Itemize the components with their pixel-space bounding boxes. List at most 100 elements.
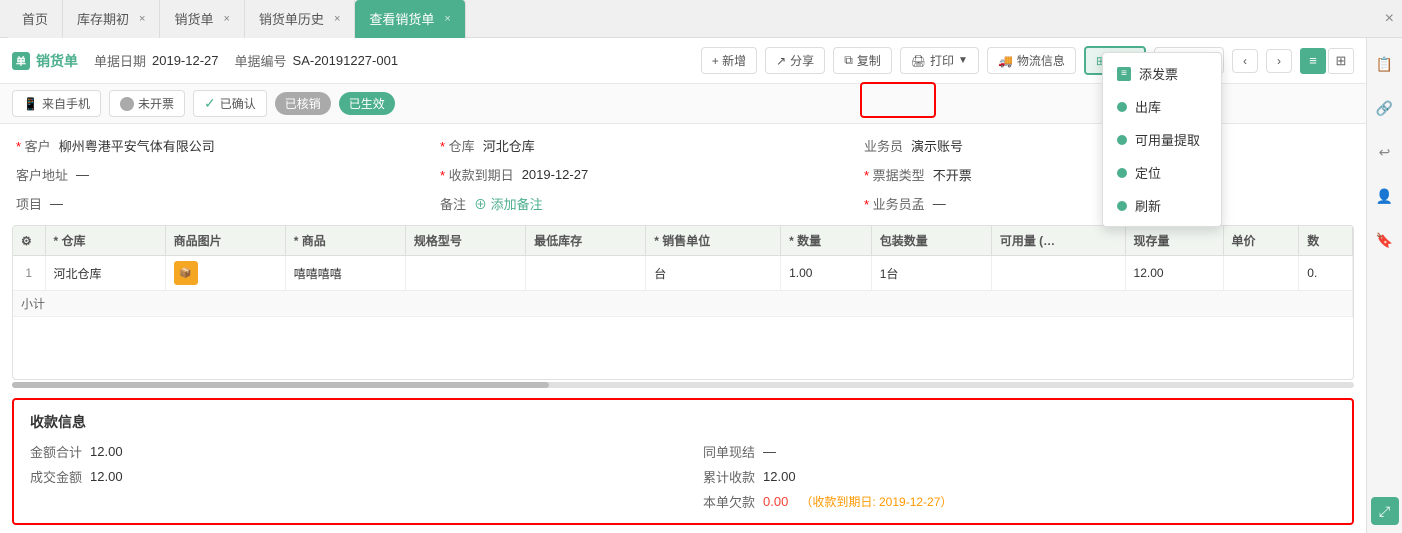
doc-title: 单 销货单 bbox=[12, 51, 78, 71]
dropdown-refresh[interactable]: 刷新 bbox=[1103, 189, 1221, 222]
copy-icon: ⧉ bbox=[844, 53, 853, 68]
order-settle-label: 同单现结 bbox=[703, 442, 755, 461]
warehouse-label: 仓库 bbox=[440, 136, 475, 155]
row-unit: 台 bbox=[646, 256, 781, 291]
row-qty: 1.00 bbox=[781, 256, 872, 291]
tab-history[interactable]: 销货单历史 × bbox=[245, 0, 355, 38]
col-other: 数 bbox=[1299, 226, 1353, 256]
doc-date-field: 单据日期 2019-12-27 bbox=[94, 51, 219, 70]
dropdown-locate[interactable]: 定位 bbox=[1103, 156, 1221, 189]
tab-home-label: 首页 bbox=[22, 9, 48, 28]
tab-home[interactable]: 首页 bbox=[8, 0, 63, 38]
row-price bbox=[1223, 256, 1299, 291]
note-field: 备注 ⊕ 添加备注 bbox=[440, 194, 840, 213]
copy-button[interactable]: ⧉ 复制 bbox=[833, 47, 892, 74]
next-button[interactable]: › bbox=[1266, 49, 1292, 73]
outbound-icon bbox=[1117, 102, 1127, 112]
ticket-label: 票据类型 bbox=[864, 165, 925, 184]
salesperson-label: 业务员孟 bbox=[864, 194, 925, 213]
tab-inventory[interactable]: 库存期初 × bbox=[63, 0, 160, 38]
add-note-button[interactable]: ⊕ 添加备注 bbox=[474, 194, 543, 213]
payment-section: 收款信息 金额合计 12.00 同单现结 — 成交金额 12.00 累计收款 1… bbox=[12, 398, 1354, 525]
tab-inventory-label: 库存期初 bbox=[77, 9, 129, 28]
cumulative-label: 累计收款 bbox=[703, 467, 755, 486]
dropdown-add-invoice[interactable]: ≡ 添发票 bbox=[1103, 57, 1221, 90]
doc-meta: 单据日期 2019-12-27 单据编号 SA-20191227-001 bbox=[94, 51, 398, 70]
doc-no-field: 单据编号 SA-20191227-001 bbox=[235, 51, 399, 70]
right-sidebar: 📋 🔗 ↩ 👤 🔖 ⤢ bbox=[1366, 38, 1402, 533]
logistics-button[interactable]: 🚚 物流信息 bbox=[987, 47, 1076, 74]
from-phone-button[interactable]: 📱 来自手机 bbox=[12, 90, 101, 117]
tab-view-sales-close[interactable]: × bbox=[444, 13, 450, 25]
phone-icon: 📱 bbox=[23, 97, 38, 111]
payment-deal: 成交金额 12.00 bbox=[30, 467, 663, 486]
owed-label: 本单欠款 bbox=[703, 492, 755, 511]
due-date-value: 2019-12-27 bbox=[522, 167, 589, 182]
col-unit: * 销售单位 bbox=[646, 226, 781, 256]
owed-value: 0.00 bbox=[763, 494, 788, 509]
subtotal-label: 小计 bbox=[13, 291, 1353, 317]
dropdown-outbound[interactable]: 出库 bbox=[1103, 90, 1221, 123]
col-gear[interactable]: ⚙ bbox=[13, 226, 45, 256]
col-warehouse: * 仓库 bbox=[45, 226, 165, 256]
payment-order-settle: 同单现结 — bbox=[703, 442, 1336, 461]
tab-sales-close[interactable]: × bbox=[223, 13, 229, 25]
product-table: ⚙ * 仓库 商品图片 * 商品 规格型号 最低库存 * 销售单位 * 数量 包… bbox=[13, 226, 1353, 317]
col-price: 单价 bbox=[1223, 226, 1299, 256]
payment-grid: 金额合计 12.00 同单现结 — 成交金额 12.00 累计收款 12.00 bbox=[30, 442, 1336, 511]
confirm-button[interactable]: ✓ 已确认 bbox=[193, 90, 267, 117]
sidebar-doc-icon[interactable]: 📋 bbox=[1371, 50, 1399, 78]
payment-cumulative: 累计收款 12.00 bbox=[703, 467, 1336, 486]
address-value: — bbox=[76, 167, 89, 182]
tab-view-sales[interactable]: 查看销货单 × bbox=[355, 0, 465, 38]
date-value: 2019-12-27 bbox=[152, 53, 219, 68]
due-date-label: 收款到期日 bbox=[440, 165, 514, 184]
add-invoice-label: 添发票 bbox=[1139, 64, 1178, 83]
sidebar-user-icon[interactable]: 👤 bbox=[1371, 182, 1399, 210]
view-switcher: ≡ ⊞ bbox=[1300, 48, 1354, 74]
due-date-field: 收款到期日 2019-12-27 bbox=[440, 165, 840, 184]
new-button[interactable]: + 新增 bbox=[701, 47, 757, 74]
sidebar-return-icon[interactable]: ↩ bbox=[1371, 138, 1399, 166]
tab-sales[interactable]: 销货单 × bbox=[160, 0, 244, 38]
product-image: 📦 bbox=[174, 261, 198, 285]
share-button[interactable]: ↗ 分享 bbox=[765, 47, 825, 74]
locate-icon bbox=[1117, 168, 1127, 178]
address-field: 客户地址 — bbox=[16, 165, 416, 184]
global-close-button[interactable]: × bbox=[1385, 10, 1394, 28]
no-label: 单据编号 bbox=[235, 51, 287, 70]
doc-icon: 单 bbox=[12, 52, 30, 70]
refresh-label: 刷新 bbox=[1135, 196, 1161, 215]
order-settle-value: — bbox=[763, 444, 776, 459]
refresh-icon bbox=[1117, 201, 1127, 211]
sidebar-expand-icon[interactable]: ⤢ bbox=[1371, 497, 1399, 525]
warehouse-value: 河北仓库 bbox=[483, 136, 535, 155]
col-spec: 规格型号 bbox=[405, 226, 525, 256]
prev-button[interactable]: ‹ bbox=[1232, 49, 1258, 73]
deal-value: 12.00 bbox=[90, 469, 123, 484]
grid-view-button[interactable]: ⊞ bbox=[1328, 48, 1354, 74]
not-open-button[interactable]: 未开票 bbox=[109, 90, 185, 117]
tab-sales-label: 销货单 bbox=[174, 9, 213, 28]
payment-total: 金额合计 12.00 bbox=[30, 442, 663, 461]
print-button[interactable]: 🖨 打印 ▼ bbox=[900, 47, 979, 74]
plus-icon: ⊕ bbox=[474, 197, 487, 212]
confirm-icon: ✓ bbox=[204, 95, 216, 112]
list-view-button[interactable]: ≡ bbox=[1300, 48, 1326, 74]
col-min-stock: 最低库存 bbox=[526, 226, 646, 256]
dropdown-available-qty[interactable]: 可用量提取 bbox=[1103, 123, 1221, 156]
note-label: 备注 bbox=[440, 194, 466, 213]
scroll-track bbox=[12, 382, 1354, 388]
product-table-container: ⚙ * 仓库 商品图片 * 商品 规格型号 最低库存 * 销售单位 * 数量 包… bbox=[12, 225, 1354, 380]
tab-history-label: 销货单历史 bbox=[259, 9, 324, 28]
tab-history-close[interactable]: × bbox=[334, 13, 340, 25]
logistics-icon: 🚚 bbox=[998, 54, 1013, 68]
locate-label: 定位 bbox=[1135, 163, 1161, 182]
table-row: 1 河北仓库 📦 嘻嘻嘻嘻 台 1.00 1台 12.00 bbox=[13, 256, 1353, 291]
tab-inventory-close[interactable]: × bbox=[139, 13, 145, 25]
sidebar-link-icon[interactable]: 🔗 bbox=[1371, 94, 1399, 122]
staff-value: 演示账号 bbox=[911, 136, 963, 155]
not-open-icon bbox=[120, 97, 134, 111]
cumulative-value: 12.00 bbox=[763, 469, 796, 484]
sidebar-bookmark-icon[interactable]: 🔖 bbox=[1371, 226, 1399, 254]
